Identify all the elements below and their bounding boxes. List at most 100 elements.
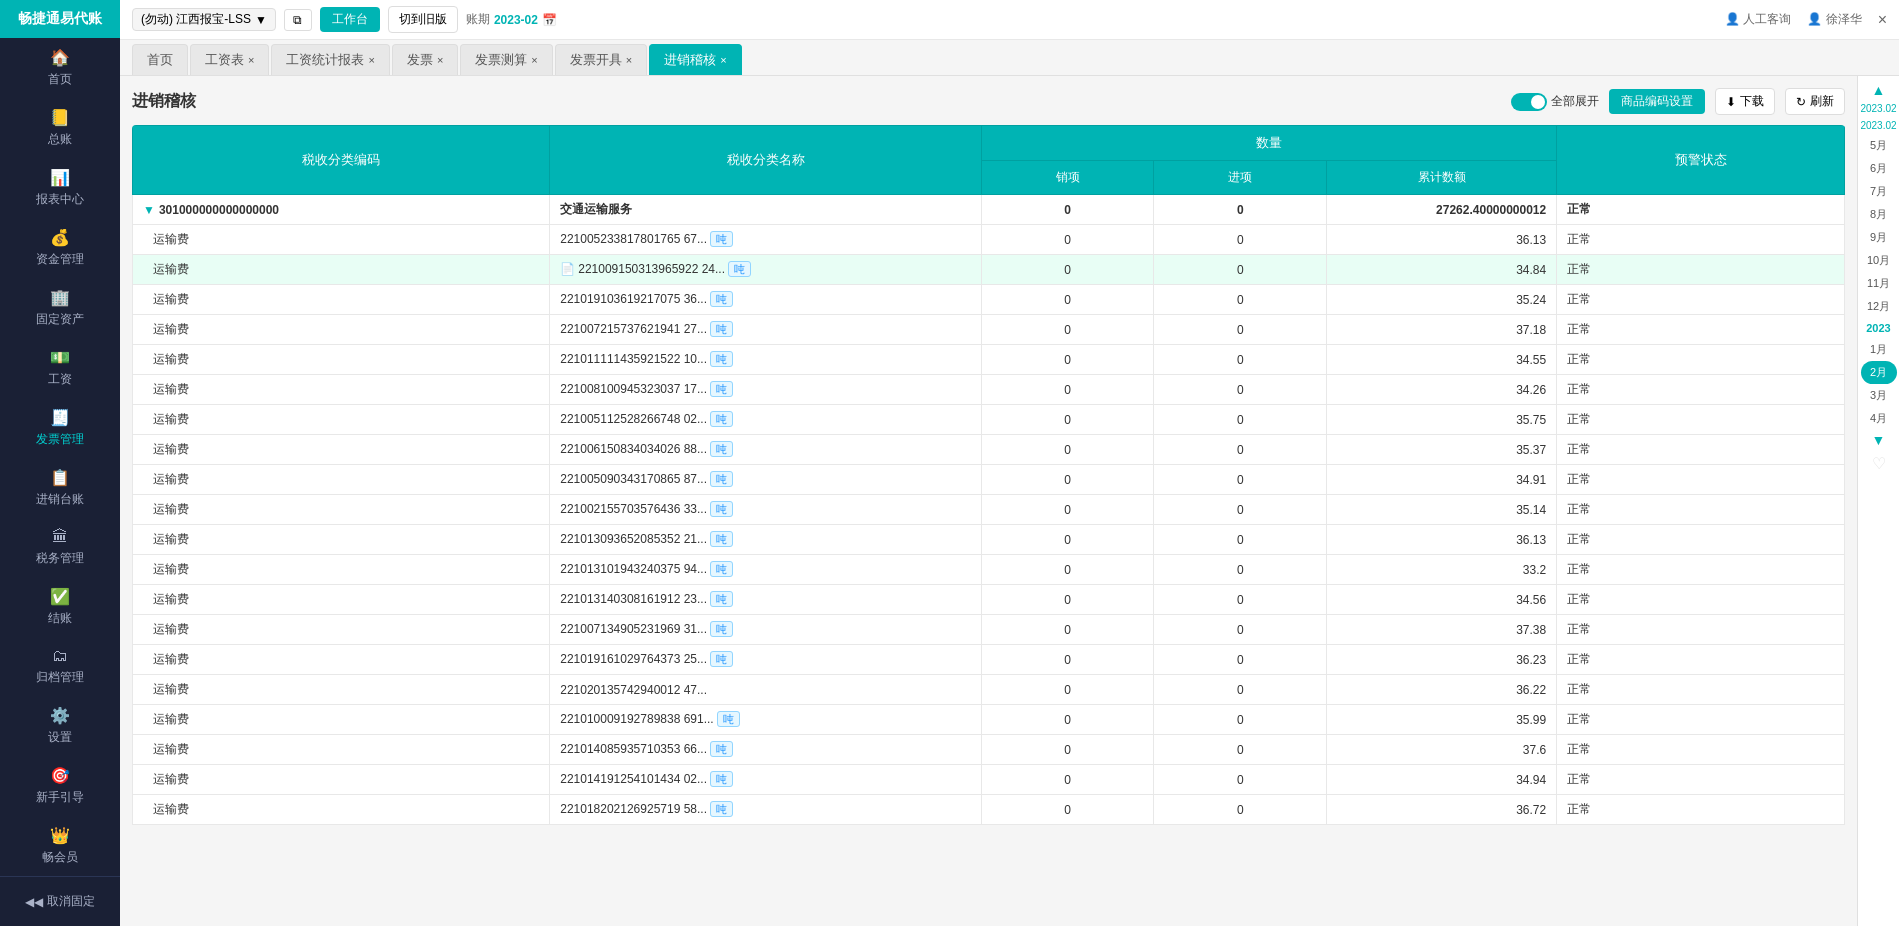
table-row[interactable]: 运输费 221018202126925719 58... 吨 0 0 36.72… xyxy=(133,795,1845,825)
tab-close-icon[interactable]: × xyxy=(368,54,374,66)
goods-code-button[interactable]: 商品编码设置 xyxy=(1609,89,1705,114)
table-row[interactable]: 运输费 221019161029764373 25... 吨 0 0 36.23… xyxy=(133,645,1845,675)
month-jul[interactable]: 7月 xyxy=(1861,180,1897,203)
workbench-button[interactable]: 工作台 xyxy=(320,7,380,32)
expand-label: 全部展开 xyxy=(1551,93,1599,110)
unit-tag: 吨 xyxy=(710,381,733,397)
finance-icon: 💰 xyxy=(50,228,70,247)
tab-invoice-issue[interactable]: 发票开具 × xyxy=(555,44,647,75)
sidebar-item-reports[interactable]: 📊 报表中心 xyxy=(0,158,120,218)
unpin-button[interactable]: ◀◀ 取消固定 xyxy=(0,885,120,918)
calendar-icon[interactable]: 📅 xyxy=(542,13,557,27)
row-status: 正常 xyxy=(1557,675,1845,705)
table-row[interactable]: ▼301000000000000000 交通运输服务 0 0 27262.400… xyxy=(133,195,1845,225)
row-invoice-no: 221005233817801765 67... 吨 xyxy=(550,225,982,255)
month-aug[interactable]: 8月 xyxy=(1861,203,1897,226)
row-status: 正常 xyxy=(1557,795,1845,825)
sidebar-item-tax[interactable]: 🏛 税务管理 xyxy=(0,518,120,577)
month-jan[interactable]: 1月 xyxy=(1861,338,1897,361)
table-row[interactable]: 运输费 221007134905231969 31... 吨 0 0 37.38… xyxy=(133,615,1845,645)
header-actions: 全部展开 商品编码设置 ⬇ 下载 ↻ 刷新 xyxy=(1511,88,1845,115)
tab-close-icon[interactable]: × xyxy=(720,54,726,66)
sidebar-item-invoice[interactable]: 🧾 发票管理 xyxy=(0,398,120,458)
sidebar-item-salary[interactable]: 💵 工资 xyxy=(0,338,120,398)
table-row[interactable]: 运输费 221019103619217075 36... 吨 0 0 35.24… xyxy=(133,285,1845,315)
sidebar-item-closing[interactable]: ✅ 结账 xyxy=(0,577,120,637)
sidebar-item-purchase[interactable]: 📋 进销台账 xyxy=(0,458,120,518)
month-mar[interactable]: 3月 xyxy=(1861,384,1897,407)
row-name: 运输费 xyxy=(133,255,550,285)
table-row[interactable]: 运输费 221013101943240375 94... 吨 0 0 33.2 … xyxy=(133,555,1845,585)
tab-close-icon[interactable]: × xyxy=(437,54,443,66)
year-2023[interactable]: 2023 xyxy=(1861,318,1897,338)
table-row[interactable]: 运输费 221014085935710353 66... 吨 0 0 37.6 … xyxy=(133,735,1845,765)
table-row[interactable]: 运输费 221005090343170865 87... 吨 0 0 34.91… xyxy=(133,465,1845,495)
month-may[interactable]: 5月 xyxy=(1861,134,1897,157)
month-jun[interactable]: 6月 xyxy=(1861,157,1897,180)
scroll-up-button[interactable]: ▲ xyxy=(1870,80,1888,100)
support-link[interactable]: 👤 人工客询 xyxy=(1725,11,1791,28)
switch-version-button[interactable]: 切到旧版 xyxy=(388,6,458,33)
close-button[interactable]: × xyxy=(1878,11,1887,29)
company-selector[interactable]: (勿动) 江西报宝-LSS ▼ xyxy=(132,8,276,31)
table-row[interactable]: 运输费 221007215737621941 27... 吨 0 0 37.18… xyxy=(133,315,1845,345)
unit-tag: 吨 xyxy=(710,621,733,637)
sidebar-item-settings[interactable]: ⚙️ 设置 xyxy=(0,696,120,756)
table-row[interactable]: 运输费 221011111435921522 10... 吨 0 0 34.55… xyxy=(133,345,1845,375)
expand-toggle-switch[interactable] xyxy=(1511,93,1547,111)
tab-invoice[interactable]: 发票 × xyxy=(392,44,458,75)
table-row[interactable]: 运输费 221014191254101434 02... 吨 0 0 34.94… xyxy=(133,765,1845,795)
copy-button[interactable]: ⧉ xyxy=(284,9,312,31)
tab-salary-table[interactable]: 工资表 × xyxy=(190,44,269,75)
col-status-header: 预警状态 xyxy=(1557,126,1845,195)
refresh-button[interactable]: ↻ 刷新 xyxy=(1785,88,1845,115)
tab-invoice-calc[interactable]: 发票测算 × xyxy=(460,44,552,75)
tab-reconcile[interactable]: 进销稽核 × xyxy=(649,44,741,75)
sidebar-item-guide[interactable]: 🎯 新手引导 xyxy=(0,756,120,816)
row-total: 35.24 xyxy=(1327,285,1557,315)
tab-close-icon[interactable]: × xyxy=(248,54,254,66)
row-total: 37.38 xyxy=(1327,615,1557,645)
month-apr[interactable]: 4月 xyxy=(1861,407,1897,430)
sidebar-item-member[interactable]: 👑 畅会员 xyxy=(0,816,120,876)
sidebar-item-finance[interactable]: 💰 资金管理 xyxy=(0,218,120,278)
table-row[interactable]: 运输费 221005112528266748 02... 吨 0 0 35.75… xyxy=(133,405,1845,435)
member-icon: 👑 xyxy=(50,826,70,845)
table-row[interactable]: 运输费 221013093652085352 21... 吨 0 0 36.13… xyxy=(133,525,1845,555)
table-row[interactable]: 运输费 221002155703576436 33... 吨 0 0 35.14… xyxy=(133,495,1845,525)
month-oct[interactable]: 10月 xyxy=(1861,249,1897,272)
tab-salary-report[interactable]: 工资统计报表 × xyxy=(271,44,389,75)
row-purchase: 0 xyxy=(1154,555,1327,585)
row-total: 36.13 xyxy=(1327,225,1557,255)
row-sales: 0 xyxy=(981,345,1154,375)
row-total: 34.91 xyxy=(1327,465,1557,495)
tab-close-icon[interactable]: × xyxy=(626,54,632,66)
month-dec[interactable]: 12月 xyxy=(1861,295,1897,318)
row-status: 正常 xyxy=(1557,585,1845,615)
user-avatar[interactable]: 👤 徐泽华 xyxy=(1807,11,1861,28)
sidebar-item-assets[interactable]: 🏢 固定资产 xyxy=(0,278,120,338)
table-row[interactable]: 运输费 221013140308161912 23... 吨 0 0 34.56… xyxy=(133,585,1845,615)
row-total: 37.18 xyxy=(1327,315,1557,345)
table-row[interactable]: 运输费 221006150834034026 88... 吨 0 0 35.37… xyxy=(133,435,1845,465)
month-nov[interactable]: 11月 xyxy=(1861,272,1897,295)
month-sep[interactable]: 9月 xyxy=(1861,226,1897,249)
table-row[interactable]: 运输费 221008100945323037 17... 吨 0 0 34.26… xyxy=(133,375,1845,405)
row-status: 正常 xyxy=(1557,495,1845,525)
row-total: 35.99 xyxy=(1327,705,1557,735)
table-row[interactable]: 运输费 221020135742940012 47... 0 0 36.22 正… xyxy=(133,675,1845,705)
sidebar-item-home[interactable]: 🏠 首页 xyxy=(0,38,120,98)
tab-close-icon[interactable]: × xyxy=(531,54,537,66)
month-feb[interactable]: 2月 xyxy=(1861,361,1897,384)
sidebar-item-ledger[interactable]: 📒 总账 xyxy=(0,98,120,158)
tab-home[interactable]: 首页 xyxy=(132,44,188,75)
scroll-down-button[interactable]: ▼ xyxy=(1870,430,1888,450)
table-container[interactable]: 税收分类编码 税收分类名称 数量 预警状态 销项 进项 累计数额 xyxy=(132,125,1845,914)
col-sales-header: 销项 xyxy=(981,161,1154,195)
download-button[interactable]: ⬇ 下载 xyxy=(1715,88,1775,115)
sidebar-item-archive[interactable]: 🗂 归档管理 xyxy=(0,637,120,696)
table-row[interactable]: 运输费 221005233817801765 67... 吨 0 0 36.13… xyxy=(133,225,1845,255)
row-purchase: 0 xyxy=(1154,615,1327,645)
table-row[interactable]: 运输费 📄221009150313965922 24... 吨 0 0 34.8… xyxy=(133,255,1845,285)
table-row[interactable]: 运输费 221010009192789838 691... 吨 0 0 35.9… xyxy=(133,705,1845,735)
